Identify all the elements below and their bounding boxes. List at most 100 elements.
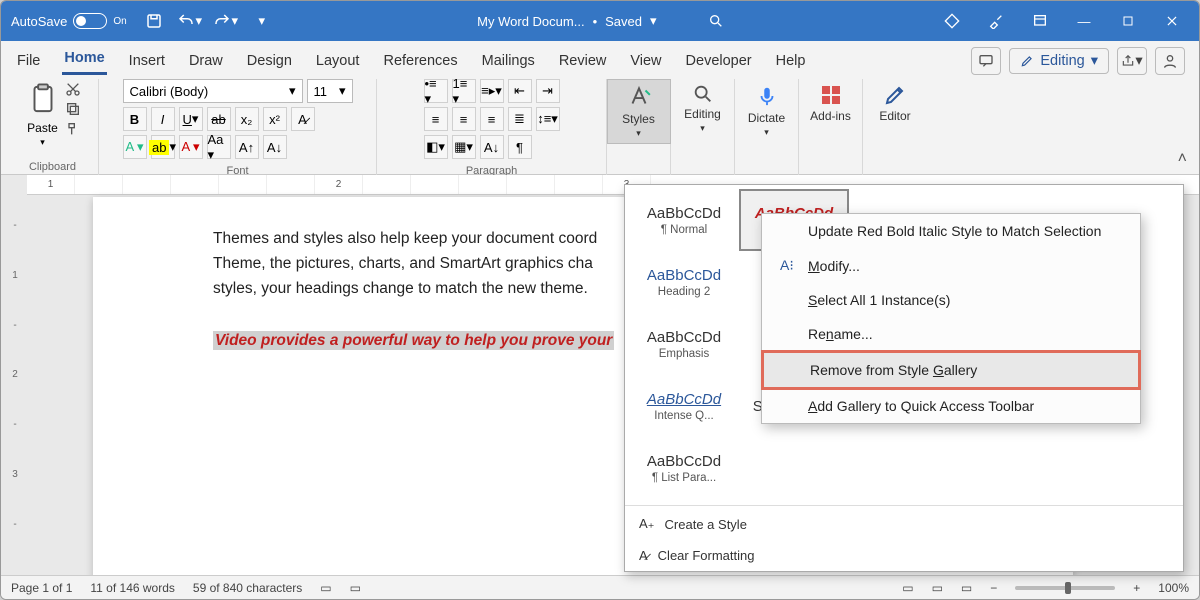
undo-icon[interactable]: ▾	[177, 8, 203, 34]
subscript-button[interactable]: x₂	[235, 107, 259, 131]
paste-icon[interactable]	[25, 79, 61, 119]
justify-button[interactable]: ≣	[508, 107, 532, 131]
ctx-remove-from-gallery[interactable]: Remove from Style Gallery	[762, 351, 1140, 389]
superscript-button[interactable]: x²	[263, 107, 287, 131]
numbering-button[interactable]: 1≡ ▾	[452, 79, 476, 103]
tab-design[interactable]: Design	[245, 47, 294, 75]
tab-layout[interactable]: Layout	[314, 47, 362, 75]
clipboard-group-label: Clipboard	[29, 159, 76, 175]
grow-font-button[interactable]: A↑	[235, 135, 259, 159]
style-cell[interactable]: AaBbCcDdIntense Q...	[629, 375, 739, 437]
brush-icon[interactable]	[975, 1, 1017, 41]
style-cell[interactable]: AaBbCcDd¶ Normal	[629, 189, 739, 251]
status-chars[interactable]: 59 of 840 characters	[193, 581, 302, 595]
view-print-icon[interactable]: ▭	[932, 581, 943, 595]
collapse-ribbon-icon[interactable]: ˄	[1178, 150, 1187, 168]
highlight-button[interactable]: ab▾	[151, 135, 175, 159]
strike-button[interactable]: ab	[207, 107, 231, 131]
tab-view[interactable]: View	[628, 47, 663, 75]
ctx-select-all[interactable]: Select All 1 Instance(s)	[762, 283, 1140, 317]
editor-button[interactable]: Editor	[863, 79, 927, 127]
maximize-button[interactable]	[1107, 1, 1149, 41]
view-focus-icon[interactable]: ▭	[902, 581, 913, 595]
redo-icon[interactable]: ▾	[213, 8, 239, 34]
tab-draw[interactable]: Draw	[187, 47, 225, 75]
bold-button[interactable]: B	[123, 107, 147, 131]
copy-icon[interactable]	[65, 101, 81, 117]
bullets-button[interactable]: •≡ ▾	[424, 79, 448, 103]
tab-references[interactable]: References	[381, 47, 459, 75]
italic-button[interactable]: I	[151, 107, 175, 131]
style-cell[interactable]: AaBbCcDd¶ List Para...	[629, 437, 739, 499]
align-center-button[interactable]: ≡	[452, 107, 476, 131]
font-color-button[interactable]: A ▾	[179, 135, 203, 159]
style-context-menu: Update Red Bold Italic Style to Match Se…	[761, 213, 1141, 424]
paste-label: Paste	[27, 121, 58, 135]
minimize-button[interactable]: —	[1063, 1, 1105, 41]
share-button[interactable]: ▾	[1117, 47, 1147, 75]
style-cell[interactable]: AaBbCcDdHeading 2	[629, 251, 739, 313]
search-icon[interactable]	[703, 8, 729, 34]
style-cell[interactable]: AaBbCcDdEmphasis	[629, 313, 739, 375]
zoom-level[interactable]: 100%	[1158, 581, 1189, 595]
clear-formatting-item[interactable]: A̷Clear Formatting	[625, 540, 1183, 571]
tab-file[interactable]: File	[15, 47, 42, 75]
font-size-select[interactable]: 11▾	[307, 79, 353, 103]
dec-indent-button[interactable]: ⇤	[508, 79, 532, 103]
autosave-state: On	[113, 16, 126, 27]
tab-developer[interactable]: Developer	[684, 47, 754, 75]
zoom-out-button[interactable]: −	[990, 581, 997, 595]
shrink-font-button[interactable]: A↓	[263, 135, 287, 159]
qat-more-icon[interactable]: ▾	[249, 8, 275, 34]
status-proofing-icon[interactable]: ▭	[320, 581, 331, 595]
account-button[interactable]	[1155, 47, 1185, 75]
inc-indent-button[interactable]: ⇥	[536, 79, 560, 103]
zoom-slider[interactable]	[1015, 586, 1115, 590]
tab-home[interactable]: Home	[62, 44, 106, 75]
font-name-select[interactable]: Calibri (Body)▾	[123, 79, 303, 103]
sort-button[interactable]: A↓	[480, 135, 504, 159]
autosave-toggle[interactable]: AutoSave On	[7, 13, 131, 29]
line-spacing-button[interactable]: ↕≡▾	[536, 107, 560, 131]
tab-mailings[interactable]: Mailings	[480, 47, 537, 75]
create-style-icon: A₊	[639, 516, 655, 532]
diamond-icon[interactable]	[931, 1, 973, 41]
show-marks-button[interactable]: ¶	[508, 135, 532, 159]
status-page[interactable]: Page 1 of 1	[11, 581, 72, 595]
borders-button[interactable]: ▦▾	[452, 135, 476, 159]
close-button[interactable]	[1151, 1, 1193, 41]
format-painter-icon[interactable]	[65, 121, 81, 137]
clear-format-icon: A̷	[639, 548, 648, 563]
styles-button[interactable]: Styles▾	[607, 79, 671, 144]
ctx-modify[interactable]: A⁝MModify...odify...	[762, 248, 1140, 283]
window-icon[interactable]	[1019, 1, 1061, 41]
dictate-button[interactable]: Dictate▾	[735, 79, 799, 142]
text-effects-button[interactable]: A ▾	[123, 135, 147, 159]
shading-button[interactable]: ◧▾	[424, 135, 448, 159]
status-accessibility-icon[interactable]: ▭	[350, 581, 361, 595]
multilevel-button[interactable]: ≡▸▾	[480, 79, 504, 103]
modify-icon: A⁝	[780, 257, 796, 274]
ctx-update-style[interactable]: Update Red Bold Italic Style to Match Se…	[762, 214, 1140, 248]
status-words[interactable]: 11 of 146 words	[90, 581, 175, 595]
clear-format-button[interactable]: A̷	[291, 107, 315, 131]
styled-text: Video provides a powerful way to help yo…	[213, 331, 614, 350]
editing-mode-button[interactable]: Editing ▾	[1009, 48, 1109, 74]
change-case-button[interactable]: Aa ▾	[207, 135, 231, 159]
underline-button[interactable]: U ▾	[179, 107, 203, 131]
comments-button[interactable]	[971, 47, 1001, 75]
create-style-item[interactable]: A₊Create a Style	[625, 508, 1183, 540]
align-right-button[interactable]: ≡	[480, 107, 504, 131]
ctx-add-to-qat[interactable]: Add Gallery to Quick Access Toolbar	[762, 389, 1140, 423]
zoom-in-button[interactable]: +	[1133, 581, 1140, 595]
save-icon[interactable]	[141, 8, 167, 34]
view-web-icon[interactable]: ▭	[961, 581, 972, 595]
tab-help[interactable]: Help	[774, 47, 808, 75]
cut-icon[interactable]	[65, 81, 81, 97]
addins-button[interactable]: Add-ins	[799, 79, 863, 127]
ctx-rename[interactable]: Rename...	[762, 317, 1140, 351]
tab-insert[interactable]: Insert	[127, 47, 167, 75]
tab-review[interactable]: Review	[557, 47, 609, 75]
editing-group-button[interactable]: Editing▾	[671, 79, 735, 138]
align-left-button[interactable]: ≡	[424, 107, 448, 131]
